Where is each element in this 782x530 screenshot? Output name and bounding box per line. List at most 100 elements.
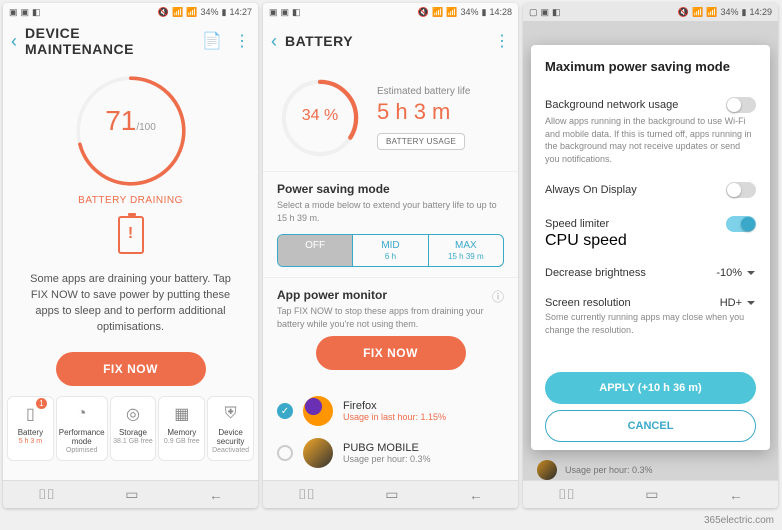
notif-icon: ▣	[21, 7, 30, 18]
chevron-down-icon	[746, 268, 756, 278]
nav-bar: ⌷⌷ ▭ ←	[263, 480, 518, 508]
card-label: Memory	[161, 428, 202, 437]
score-max: /100	[136, 122, 155, 133]
nav-bar: ⌷⌷ ▭ ←	[3, 480, 258, 508]
row-brightness-label: Decrease brightness	[545, 267, 646, 279]
dialog-title: Maximum power saving mode	[545, 59, 756, 74]
toggle-aod[interactable]	[726, 182, 756, 198]
clock: 14:28	[489, 7, 512, 17]
app-icon-pubg	[303, 438, 333, 468]
card-security[interactable]: ⛨ Device security Deactivated	[207, 396, 254, 461]
back-button[interactable]: ←	[469, 487, 483, 503]
back-button[interactable]: ←	[209, 487, 223, 503]
signal-icon: 📶	[706, 7, 717, 18]
score-value: 71	[105, 105, 136, 136]
mute-icon: 🔇	[678, 7, 689, 18]
app-monitor-section: ⓘ App power monitor Tap FIX NOW to stop …	[263, 277, 518, 390]
row-aod-label: Always On Display	[545, 184, 637, 196]
signal-icon: 📶	[186, 7, 197, 18]
back-button[interactable]: ←	[729, 487, 743, 503]
app-usage: Usage per hour: 0.3%	[343, 454, 431, 464]
wifi-icon: 📶	[432, 7, 443, 18]
app-icon-firefox	[303, 396, 333, 426]
row-speed-label: Speed limiter	[545, 218, 609, 230]
row-resolution-desc: Some currently running apps may close wh…	[545, 311, 756, 336]
apply-button[interactable]: APPLY (+10 h 36 m)	[545, 372, 756, 404]
notif-icon: ◧	[292, 7, 301, 18]
row-brightness[interactable]: Decrease brightness -10%	[545, 258, 756, 288]
wifi-icon: 📶	[692, 7, 703, 18]
battery-percent: 34 %	[277, 107, 363, 125]
card-storage[interactable]: ◎ Storage 38.1 GB free	[110, 396, 157, 461]
notif-icon: ▣	[281, 7, 290, 18]
status-bar: ▣▣◧ 🔇📶📶34%▮14:28	[263, 3, 518, 21]
status-bar: ▣▣◧ 🔇📶📶34%▮14:27	[3, 3, 258, 21]
notif-icon: ◧	[552, 7, 561, 18]
home-button[interactable]: ▭	[125, 486, 138, 503]
power-saving-section: Power saving mode Select a mode below to…	[263, 171, 518, 277]
battery-usage-button[interactable]: BATTERY USAGE	[377, 133, 465, 150]
nav-bar: ⌷⌷ ▭ ←	[523, 480, 778, 508]
row-bg-network-desc: Allow apps running in the background to …	[545, 115, 756, 173]
chevron-down-icon	[746, 298, 756, 308]
battery-icon: ▮	[222, 7, 227, 18]
back-icon[interactable]: ‹	[11, 31, 17, 52]
screen-device-maintenance: ▣▣◧ 🔇📶📶34%▮14:27 ‹ DEVICE MAINTENANCE 📄 …	[3, 3, 258, 508]
power-saving-dialog: Maximum power saving mode Background net…	[531, 45, 770, 450]
card-sub: 5 h 3 m	[10, 438, 51, 445]
checkbox-checked[interactable]: ✓	[277, 403, 293, 419]
app-row[interactable]: PUBG MOBILEUsage per hour: 0.3%	[263, 432, 518, 474]
estimate-time: 5 h 3 m	[377, 99, 470, 125]
card-label: Battery	[10, 428, 51, 437]
more-icon[interactable]: ⋮	[234, 31, 250, 51]
notif-icon: ▣	[9, 7, 18, 18]
recents-button[interactable]: ⌷⌷	[38, 486, 55, 503]
page-title: DEVICE MAINTENANCE	[25, 25, 190, 57]
app-row[interactable]: ✓ FirefoxUsage in last hour: 1.15%	[263, 390, 518, 432]
row-speed-sub: CPU speed	[545, 232, 756, 258]
card-label: Storage	[113, 428, 154, 437]
row-resolution-label: Screen resolution	[545, 297, 631, 309]
mode-off[interactable]: OFF	[278, 235, 352, 266]
mute-icon: 🔇	[418, 7, 429, 18]
toggle-speed-limiter[interactable]	[726, 216, 756, 232]
screen-max-power-saving: ▢▣◧ 🔇📶📶34%▮14:29 Usage per hour: 0.3% Ma…	[523, 3, 778, 508]
toggle-bg-network[interactable]	[726, 97, 756, 113]
screen-battery: ▣▣◧ 🔇📶📶34%▮14:28 ‹ BATTERY ⋮ 34 % Estima…	[263, 3, 518, 508]
card-performance[interactable]: ◔ Performance mode Optimised	[56, 396, 108, 461]
document-icon[interactable]: 📄	[202, 31, 222, 51]
card-sub: Optimised	[59, 447, 105, 454]
back-icon[interactable]: ‹	[271, 31, 277, 52]
checkbox-unchecked[interactable]	[277, 445, 293, 461]
watermark: 365electric.com	[704, 515, 774, 526]
cancel-button[interactable]: CANCEL	[545, 410, 756, 442]
power-mode-segment: OFF MID6 h MAX15 h 39 m	[277, 234, 504, 267]
home-button[interactable]: ▭	[385, 486, 398, 503]
mode-mid[interactable]: MID6 h	[352, 235, 427, 266]
card-battery[interactable]: 1 ▯ Battery 5 h 3 m	[7, 396, 54, 461]
badge: 1	[36, 398, 47, 409]
battery-icon: ▮	[742, 7, 747, 18]
recents-button[interactable]: ⌷⌷	[298, 486, 315, 503]
battery-ring: 34 %	[277, 75, 363, 161]
clock: 14:27	[229, 7, 252, 17]
gauge-icon: ◔	[59, 403, 105, 425]
fix-now-button[interactable]: FIX NOW	[56, 352, 206, 386]
card-label: Performance mode	[59, 428, 105, 446]
header: ‹ BATTERY ⋮	[263, 21, 518, 61]
mode-max[interactable]: MAX15 h 39 m	[428, 235, 503, 266]
section-title: Power saving mode	[277, 182, 504, 196]
info-icon[interactable]: ⓘ	[492, 288, 504, 305]
notif-icon: ▢	[529, 7, 538, 18]
more-icon[interactable]: ⋮	[494, 31, 510, 51]
battery-pct: 34%	[461, 7, 479, 17]
section-title: App power monitor	[277, 288, 504, 302]
notif-icon: ▣	[541, 7, 550, 18]
memory-icon: ▦	[161, 403, 202, 425]
recents-button[interactable]: ⌷⌷	[558, 486, 575, 503]
card-label: Device security	[210, 428, 251, 446]
home-button[interactable]: ▭	[645, 486, 658, 503]
fix-now-button[interactable]: FIX NOW	[316, 336, 466, 370]
card-memory[interactable]: ▦ Memory 0.9 GB free	[158, 396, 205, 461]
row-resolution[interactable]: Screen resolution HD+	[545, 288, 756, 311]
